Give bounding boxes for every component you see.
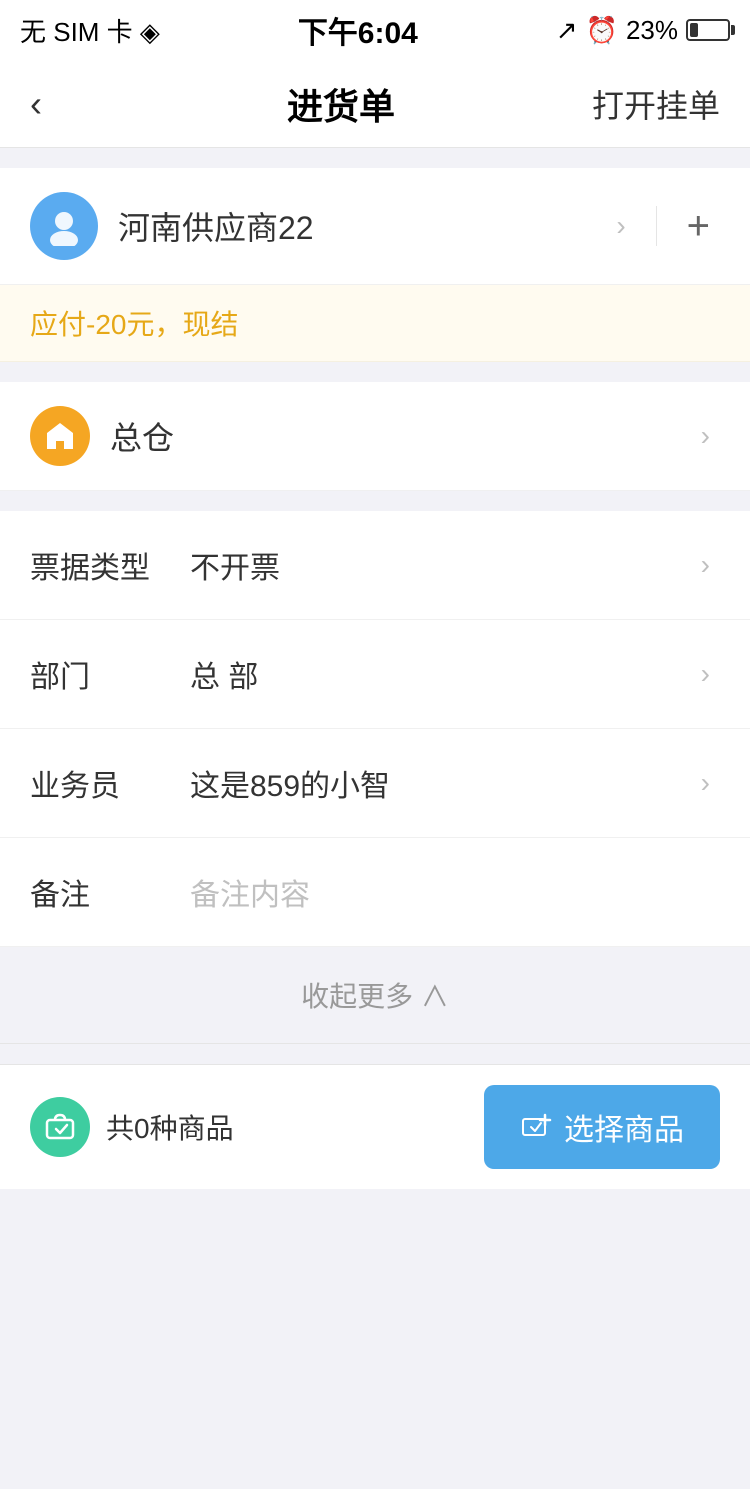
remark-input[interactable]: 备注内容 <box>190 870 720 914</box>
select-goods-button[interactable]: 选择商品 <box>484 1085 720 1169</box>
back-button[interactable]: ‹ <box>30 83 90 125</box>
salesperson-value: 这是859的小智 <box>190 761 701 805</box>
salesperson-chevron-icon: › <box>701 767 710 799</box>
department-row[interactable]: 部门 总 部 › <box>0 620 750 729</box>
goods-count-row: 共0种商品 <box>30 1097 234 1157</box>
house-icon <box>43 419 77 453</box>
salesperson-row[interactable]: 业务员 这是859的小智 › <box>0 729 750 838</box>
status-left: 无 SIM 卡 ◈ <box>20 12 160 49</box>
nav-bar: ‹ 进货单 打开挂单 <box>0 60 750 148</box>
page-title: 进货单 <box>287 78 395 130</box>
department-label: 部门 <box>30 652 170 696</box>
collapse-button[interactable]: 收起更多 ∧ <box>0 947 750 1044</box>
form-section: 票据类型 不开票 › 部门 总 部 › 业务员 这是859的小智 › 备注 备注… <box>0 511 750 947</box>
warehouse-icon <box>30 406 90 466</box>
goods-count-text: 共0种商品 <box>106 1107 234 1147</box>
invoice-type-value: 不开票 <box>190 543 701 587</box>
supplier-section: 河南供应商22 › + 应付-20元，现结 <box>0 168 750 362</box>
supplier-name: 河南供应商22 <box>118 203 616 249</box>
section-gap-2 <box>0 362 750 382</box>
status-time: 下午6:04 <box>298 8 418 52</box>
goods-icon <box>30 1097 90 1157</box>
warehouse-section: 总仓 › <box>0 382 750 491</box>
battery-text: 23% <box>626 15 678 46</box>
select-goods-icon <box>520 1111 552 1143</box>
status-bar: 无 SIM 卡 ◈ 下午6:04 ↗ ⏰ 23% <box>0 0 750 60</box>
select-goods-label: 选择商品 <box>564 1105 684 1149</box>
section-gap-4 <box>0 1044 750 1064</box>
add-supplier-button[interactable]: + <box>677 204 720 249</box>
remark-row[interactable]: 备注 备注内容 <box>0 838 750 947</box>
supplier-chevron-icon: › <box>616 210 625 242</box>
sim-indicator: 无 SIM 卡 ◈ <box>20 12 160 49</box>
department-value: 总 部 <box>190 652 701 696</box>
vertical-divider <box>656 206 657 246</box>
supplier-avatar <box>30 192 98 260</box>
cart-icon <box>43 1110 77 1144</box>
notice-bar: 应付-20元，现结 <box>0 285 750 362</box>
status-right: ↗ ⏰ 23% <box>556 15 730 46</box>
bottom-bar: 共0种商品 选择商品 <box>0 1064 750 1189</box>
battery-icon <box>686 19 730 41</box>
warehouse-name: 总仓 <box>110 413 701 459</box>
remark-label: 备注 <box>30 870 170 914</box>
salesperson-label: 业务员 <box>30 761 170 805</box>
department-chevron-icon: › <box>701 658 710 690</box>
warehouse-chevron-icon: › <box>701 420 710 452</box>
section-gap-1 <box>0 148 750 168</box>
location-icon: ↗ <box>556 15 578 46</box>
supplier-row[interactable]: 河南供应商22 › + <box>0 168 750 285</box>
invoice-type-label: 票据类型 <box>30 543 170 587</box>
invoice-type-chevron-icon: › <box>701 549 710 581</box>
open-pending-button[interactable]: 打开挂单 <box>592 81 720 127</box>
warehouse-row[interactable]: 总仓 › <box>0 382 750 491</box>
section-gap-3 <box>0 491 750 511</box>
alarm-icon: ⏰ <box>586 15 618 46</box>
page-background <box>0 1189 750 1489</box>
user-icon <box>44 206 84 246</box>
invoice-type-row[interactable]: 票据类型 不开票 › <box>0 511 750 620</box>
